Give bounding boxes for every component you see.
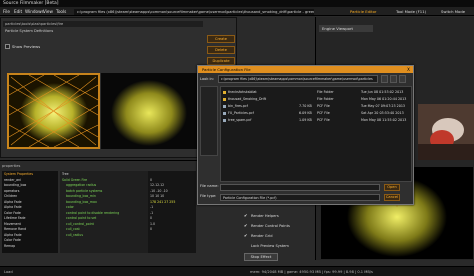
render-grid-label: Render Grid xyxy=(251,234,273,238)
render-helpers-option[interactable]: ✔ Render Helpers xyxy=(244,213,279,219)
render-control-points-label: Render Control Points xyxy=(251,224,290,228)
particle-editor-mode[interactable]: Particle Editor xyxy=(350,9,376,15)
cancel-button[interactable]: Cancel xyxy=(384,194,400,201)
menu-windows[interactable]: Windows xyxy=(25,7,44,16)
list-item[interactable]: Remap xyxy=(4,244,58,250)
new-folder-icon[interactable] xyxy=(390,75,397,83)
show-previews-label: Show Previews xyxy=(12,44,41,49)
file-type: File Folder xyxy=(317,97,334,101)
window-title: Source Filmmaker [Beta] xyxy=(0,0,474,7)
file-row[interactable]: bin_fires.pcf xyxy=(223,103,248,109)
file-type-dropdown[interactable]: Particle Configuration File (*.pcf) xyxy=(220,194,380,201)
status-bar: Load mem: 94/2048 MB | game: 4950.93 MB … xyxy=(0,266,474,276)
status-left: Load xyxy=(4,270,13,274)
close-icon[interactable]: X xyxy=(404,66,413,73)
file-type: PCF File xyxy=(317,104,330,108)
render-control-points-option[interactable]: ✔ Render Control Points xyxy=(244,223,290,229)
file-modified: Tue Jun 08 01:53:02 2013 xyxy=(361,90,404,94)
file-icon xyxy=(223,118,226,122)
look-in-dropdown[interactable]: c:\program files (x86)\steam\steamapps\c… xyxy=(218,75,378,83)
file-type: PCF File xyxy=(317,118,330,122)
file-type: File Folder xyxy=(317,90,334,94)
menu-edit[interactable]: Edit xyxy=(14,7,22,16)
unchecked-box-icon xyxy=(244,244,248,248)
property-tree[interactable]: Tree Solid Green Fire aggregation radius… xyxy=(60,171,148,253)
particle-preview-secondary[interactable] xyxy=(101,73,198,149)
file-type: PCF File xyxy=(317,111,330,115)
particle-editor-header: particles\tools\slashparticles\fire xyxy=(3,21,203,27)
duplicate-button[interactable]: Duplicate xyxy=(207,57,235,65)
delete-button[interactable]: Delete xyxy=(207,46,235,54)
app-window: Source Filmmaker [Beta] File Edit Window… xyxy=(0,0,474,276)
preview-fire-render xyxy=(9,75,98,147)
engine-viewport-tab[interactable]: Engine Viewport xyxy=(319,25,373,32)
file-size: 1.09 KB xyxy=(299,118,312,122)
places-sidebar[interactable] xyxy=(200,86,218,156)
file-icon xyxy=(223,104,226,108)
check-icon: ✔ xyxy=(244,223,248,228)
file-row[interactable]: tree_spam.pcf xyxy=(223,117,251,123)
open-button[interactable]: Open xyxy=(384,184,400,191)
file-open-dialog: Particle Configuration File X Look in: c… xyxy=(197,65,414,205)
properties-tab[interactable]: properties xyxy=(2,163,42,169)
create-button[interactable]: Create xyxy=(207,35,235,43)
operator-list[interactable]: System Properties render_ani bounding_bo… xyxy=(2,171,58,253)
file-list[interactable]: thecksfohsksbliat thousad_Smoking_Drift … xyxy=(220,86,412,182)
check-icon: ✔ xyxy=(244,213,248,218)
file-modified: Tue May 07 09:07:23 2013 xyxy=(361,104,406,108)
tree-row[interactable]: cull_radius xyxy=(62,233,148,239)
file-size: 7.70 KB xyxy=(299,104,312,108)
menu-file[interactable]: File xyxy=(3,7,10,16)
folder-icon xyxy=(223,90,226,94)
show-previews-checkbox[interactable] xyxy=(5,44,10,49)
file-modified: Mon May 08 11:55:02 2013 xyxy=(361,118,407,122)
file-row[interactable]: thecksfohsksbliat xyxy=(223,89,257,95)
character-render xyxy=(418,104,474,160)
file-row[interactable]: thousad_Smoking_Drift xyxy=(223,96,266,102)
file-icon xyxy=(223,111,226,115)
up-folder-icon[interactable] xyxy=(381,75,388,83)
particle-preview-selected[interactable] xyxy=(7,73,100,149)
dialog-title: Particle Configuration File xyxy=(198,66,413,73)
file-size: 6.09 KB xyxy=(299,111,312,115)
check-icon: ✔ xyxy=(244,233,248,238)
property-values[interactable]: 0 12.12.12 -10 -10 -10 10 10 10 178 241 … xyxy=(148,171,196,253)
status-right: mem: 94/2048 MB | game: 4950.93 MB | fps… xyxy=(250,270,373,274)
render-helpers-label: Render Helpers xyxy=(251,214,279,218)
menu-tools[interactable]: Tools xyxy=(56,7,66,16)
viewport-scene-character[interactable] xyxy=(418,104,474,160)
look-in-label: Look in: xyxy=(200,77,215,81)
value-cell[interactable]: 0 xyxy=(150,227,196,233)
list-view-icon[interactable] xyxy=(399,75,406,83)
switch-mode-button[interactable]: Switch Mode xyxy=(441,9,465,15)
folder-icon xyxy=(223,97,226,101)
mode-switcher: Particle Editor Tool Mode (F11) Switch M… xyxy=(350,9,474,15)
file-type-label: File type: xyxy=(200,194,217,198)
file-name-input[interactable] xyxy=(220,184,380,191)
lock-preview-option[interactable]: Lock Preview System xyxy=(244,243,289,249)
definitions-label: Particle System Definitions xyxy=(5,29,54,33)
file-row[interactable]: FU_Particles.pcf xyxy=(223,110,254,116)
render-grid-option[interactable]: ✔ Render Grid xyxy=(244,233,272,239)
file-name-label: File name: xyxy=(200,184,219,188)
menu-view[interactable]: View xyxy=(43,7,53,16)
tool-mode-button[interactable]: Tool Mode (F11) xyxy=(396,9,426,15)
file-modified: Mon May 06 01:20:44 2013 xyxy=(361,97,407,101)
file-modified: Sat Apr 20 03:53:40 2013 xyxy=(361,111,404,115)
lock-preview-label: Lock Preview System xyxy=(251,244,289,248)
document-path: c:\program files (x86)\steam\steamapps\c… xyxy=(74,9,314,15)
stop-effect-button[interactable]: Stop Effect xyxy=(244,253,278,261)
preview-glow-render xyxy=(101,73,198,149)
